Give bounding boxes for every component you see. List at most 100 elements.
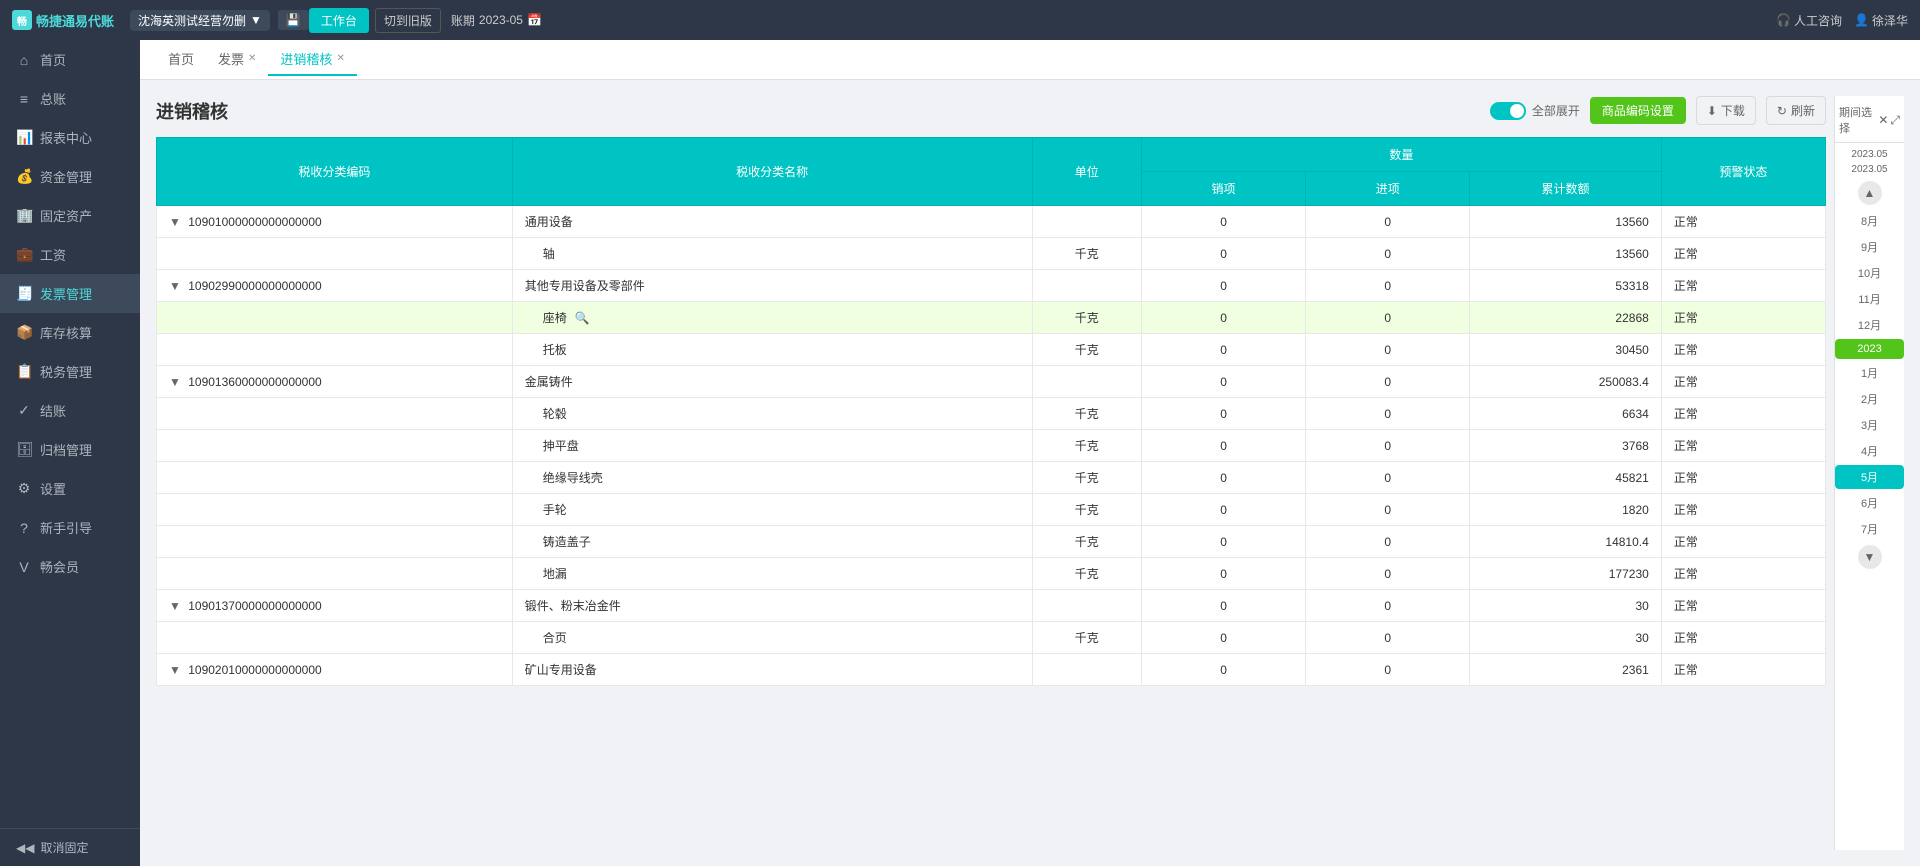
- table-row: ▼ 10902990000000000000 其他专用设备及零部件 0 0 53…: [157, 270, 1826, 302]
- sidebar-item-label: 固定资产: [40, 206, 92, 225]
- refresh-button[interactable]: ↻ 刷新: [1766, 96, 1826, 125]
- cell-code: ▼ 10902990000000000000: [157, 270, 513, 302]
- period-1[interactable]: 1月: [1835, 361, 1904, 385]
- company-selector[interactable]: 沈海英测试经营勿删 ▼: [130, 10, 270, 31]
- tab-home[interactable]: 首页: [156, 43, 206, 76]
- workbench-button[interactable]: 工作台: [309, 8, 369, 33]
- sidebar-item-guide[interactable]: ? 新手引导: [0, 508, 140, 547]
- cell-code: [157, 494, 513, 526]
- sidebar-item-report[interactable]: 📊 报表中心: [0, 118, 140, 157]
- sidebar-item-ledger[interactable]: ≡ 总账: [0, 79, 140, 118]
- sidebar: ⌂ 首页 ≡ 总账 📊 报表中心 💰 资金管理 🏢 固定资产 💼 工资: [0, 40, 140, 866]
- calendar-icon[interactable]: 📅: [527, 13, 542, 27]
- cell-name: 绝缘导线壳: [512, 462, 1032, 494]
- table-row: ▼ 10901000000000000000 通用设备 0 0 13560 正常: [157, 206, 1826, 238]
- sidebar-item-invoice[interactable]: 🧾 发票管理: [0, 274, 140, 313]
- cell-unit: 千克: [1032, 334, 1141, 366]
- tab-reconcile[interactable]: 进销稽核 ✕: [268, 43, 356, 76]
- user-icon: 👤: [1854, 13, 1869, 27]
- sidebar-item-archive[interactable]: 🗄 归档管理: [0, 430, 140, 469]
- period-6[interactable]: 6月: [1835, 491, 1904, 515]
- sidebar-item-stock[interactable]: 📦 库存核算: [0, 313, 140, 352]
- cell-unit: [1032, 366, 1141, 398]
- sidebar-item-member[interactable]: V 畅会员: [0, 547, 140, 586]
- cell-warning: 正常: [1661, 590, 1825, 622]
- sidebar-item-label: 首页: [40, 50, 66, 69]
- period-year-2023[interactable]: 2023: [1835, 339, 1904, 359]
- collapse-icon[interactable]: ▼: [169, 375, 181, 389]
- cell-purchase: 0: [1306, 526, 1470, 558]
- period-7[interactable]: 7月: [1835, 517, 1904, 541]
- sidebar-item-tax[interactable]: 📋 税务管理: [0, 352, 140, 391]
- sidebar-item-asset[interactable]: 🏢 固定资产: [0, 196, 140, 235]
- sidebar-pin-button[interactable]: ◀◀ 取消固定: [0, 828, 140, 866]
- cell-code: [157, 430, 513, 462]
- asset-icon: 🏢: [16, 207, 32, 224]
- collapse-icon[interactable]: ▼: [169, 599, 181, 613]
- wage-icon: 💼: [16, 246, 32, 263]
- cell-sales: 0: [1141, 334, 1305, 366]
- invoice-icon: 🧾: [16, 285, 32, 302]
- cell-total: 250083.4: [1470, 366, 1662, 398]
- collapse-icon[interactable]: ▼: [169, 279, 181, 293]
- table-row: 轴 千克 0 0 13560 正常: [157, 238, 1826, 270]
- expand-panel-button[interactable]: ⤢: [1890, 113, 1900, 128]
- cell-purchase: 0: [1306, 462, 1470, 494]
- cell-total: 6634: [1470, 398, 1662, 430]
- period-down-arrow[interactable]: ▼: [1858, 545, 1882, 569]
- cell-code: [157, 398, 513, 430]
- cell-sales: 0: [1141, 270, 1305, 302]
- collapse-icon[interactable]: ▼: [169, 663, 181, 677]
- sidebar-item-fund[interactable]: 💰 资金管理: [0, 157, 140, 196]
- cell-total: 53318: [1470, 270, 1662, 302]
- close-panel-button[interactable]: ✕: [1878, 113, 1888, 128]
- cell-total: 177230: [1470, 558, 1662, 590]
- period-2[interactable]: 2月: [1835, 387, 1904, 411]
- sidebar-item-wage[interactable]: 💼 工资: [0, 235, 140, 274]
- cell-sales: 0: [1141, 654, 1305, 686]
- period-9[interactable]: 9月: [1835, 235, 1904, 259]
- sidebar-item-home[interactable]: ⌂ 首页: [0, 40, 140, 79]
- cell-unit: 千克: [1032, 558, 1141, 590]
- close-reconcile-tab[interactable]: ✕: [336, 53, 344, 64]
- period-3[interactable]: 3月: [1835, 413, 1904, 437]
- period-8[interactable]: 8月: [1835, 209, 1904, 233]
- tab-invoice[interactable]: 发票 ✕: [206, 43, 268, 76]
- save-draft-button[interactable]: 💾: [278, 10, 309, 30]
- collapse-icon[interactable]: ▼: [169, 215, 181, 229]
- support-link[interactable]: 🎧 人工咨询: [1776, 12, 1842, 29]
- cell-warning: 正常: [1661, 558, 1825, 590]
- cell-name: 其他专用设备及零部件: [512, 270, 1032, 302]
- download-button[interactable]: ⬇ 下载: [1696, 96, 1756, 125]
- sidebar-item-label: 库存核算: [40, 323, 92, 342]
- period-4[interactable]: 4月: [1835, 439, 1904, 463]
- period-5[interactable]: 5月: [1835, 465, 1904, 489]
- sidebar-item-label: 发票管理: [40, 284, 92, 303]
- cell-total: 30: [1470, 590, 1662, 622]
- close-invoice-tab[interactable]: ✕: [248, 53, 256, 64]
- tax-icon: 📋: [16, 363, 32, 380]
- cell-warning: 正常: [1661, 430, 1825, 462]
- sidebar-item-label: 结账: [40, 401, 66, 420]
- home-icon: ⌂: [16, 52, 32, 68]
- cell-unit: [1032, 654, 1141, 686]
- sidebar-item-settle[interactable]: ✓ 结账: [0, 391, 140, 430]
- top-bar-right: 🎧 人工咨询 👤 徐泽华: [1776, 12, 1908, 29]
- table-row: ▼ 10902010000000000000 矿山专用设备 0 0 2361 正…: [157, 654, 1826, 686]
- product-code-button[interactable]: 商品编码设置: [1590, 97, 1686, 124]
- toggle-track[interactable]: [1490, 102, 1526, 120]
- cell-unit: [1032, 206, 1141, 238]
- cell-code: [157, 558, 513, 590]
- period-12[interactable]: 12月: [1835, 313, 1904, 337]
- period-up-arrow[interactable]: ▲: [1858, 181, 1882, 205]
- period-10[interactable]: 10月: [1835, 261, 1904, 285]
- expand-toggle[interactable]: 全部展开: [1490, 102, 1580, 120]
- switch-old-button[interactable]: 切到旧版: [375, 8, 441, 33]
- period-11[interactable]: 11月: [1835, 287, 1904, 311]
- headset-icon: 🎧: [1776, 13, 1791, 27]
- cell-warning: 正常: [1661, 206, 1825, 238]
- cell-warning: 正常: [1661, 462, 1825, 494]
- search-icon[interactable]: 🔍: [575, 311, 590, 325]
- sidebar-item-settings[interactable]: ⚙ 设置: [0, 469, 140, 508]
- tab-bar: 首页 发票 ✕ 进销稽核 ✕: [140, 40, 1920, 80]
